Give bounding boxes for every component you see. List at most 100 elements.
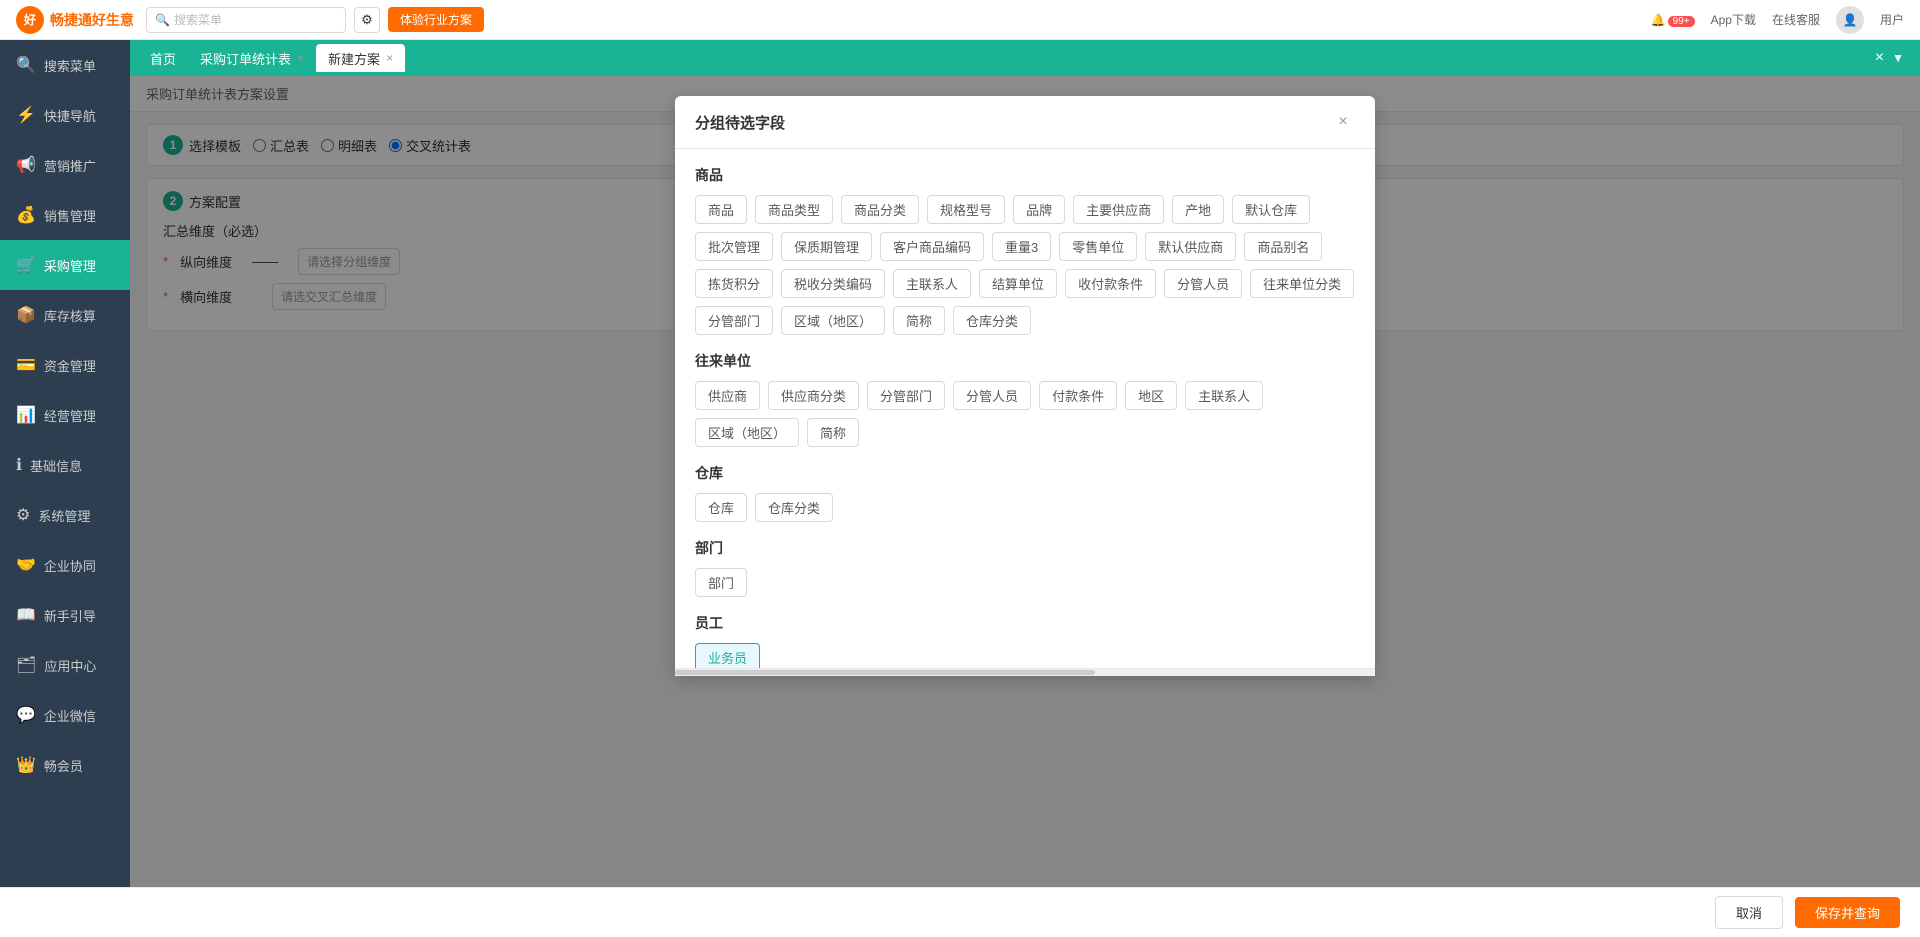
sidebar-item-quicknav[interactable]: ⚡ 快捷导航 [0, 90, 130, 140]
sidebar-item-finance[interactable]: 💳 资金管理 [0, 340, 130, 390]
sidebar-item-info[interactable]: ℹ 基础信息 [0, 440, 130, 490]
appcenter-icon: 🗂 [16, 655, 36, 675]
field-tag[interactable]: 分管人员 [1164, 269, 1242, 298]
sidebar-item-operation[interactable]: 📊 经营管理 [0, 390, 130, 440]
sidebar-item-purchase[interactable]: 🛒 采购管理 [0, 240, 130, 290]
logo-text: 畅捷通好生意 [50, 10, 134, 30]
save-query-button[interactable]: 保存并查询 [1795, 897, 1900, 928]
cancel-button[interactable]: 取消 [1715, 896, 1783, 929]
field-tag[interactable]: 主联系人 [1185, 381, 1263, 410]
tab-purchase-stats-close[interactable]: × [297, 51, 304, 65]
sidebar-label-quicknav: 快捷导航 [44, 106, 96, 125]
online-service-link[interactable]: 在线客服 [1772, 11, 1820, 28]
field-tag[interactable]: 简称 [893, 306, 945, 335]
modal-horizontal-scrollbar[interactable] [675, 668, 1375, 676]
sidebar-item-search[interactable]: 🔍 搜索菜单 [0, 40, 130, 90]
field-tag[interactable]: 默认仓库 [1232, 195, 1310, 224]
sidebar-item-guide[interactable]: 📖 新手引导 [0, 590, 130, 640]
field-tag[interactable]: 简称 [807, 418, 859, 447]
field-tag[interactable]: 品牌 [1013, 195, 1065, 224]
tab-new-plan-close[interactable]: × [386, 51, 393, 65]
field-tag[interactable]: 供应商 [695, 381, 760, 410]
field-tag[interactable]: 收付款条件 [1065, 269, 1156, 298]
tab-purchase-stats[interactable]: 采购订单统计表 × [188, 44, 316, 72]
field-tag[interactable]: 重量3 [992, 232, 1051, 261]
sidebar-label-purchase: 采购管理 [44, 256, 96, 275]
section-warehouse: 仓库 仓库 仓库分类 [695, 463, 1355, 522]
sidebar-item-collab[interactable]: 🤝 企业协同 [0, 540, 130, 590]
gear-icon: ⚙ [361, 12, 373, 28]
field-tag[interactable]: 默认供应商 [1145, 232, 1236, 261]
notification-area[interactable]: 🔔99+ [1651, 13, 1695, 27]
main-content: 采购订单统计表方案设置 1 选择模板 汇总表 明细表 交叉统计表 [130, 76, 1920, 937]
section-partner: 往来单位 供应商 供应商分类 分管部门 分管人员 付款条件 地区 主联系人 区域… [695, 351, 1355, 447]
avatar[interactable]: 👤 [1836, 6, 1864, 34]
field-tag[interactable]: 往来单位分类 [1250, 269, 1354, 298]
field-tag[interactable]: 区域（地区） [695, 418, 799, 447]
field-tag[interactable]: 分管部门 [695, 306, 773, 335]
sidebar-item-system[interactable]: ⚙ 系统管理 [0, 490, 130, 540]
field-tag[interactable]: 分管部门 [867, 381, 945, 410]
field-tag[interactable]: 结算单位 [979, 269, 1057, 298]
experience-button[interactable]: 体验行业方案 [388, 7, 484, 32]
field-tag[interactable]: 付款条件 [1039, 381, 1117, 410]
section-partner-title: 往来单位 [695, 351, 1355, 371]
sidebar-label-member: 畅会员 [44, 756, 83, 775]
field-tag[interactable]: 仓库分类 [953, 306, 1031, 335]
field-tag[interactable]: 批次管理 [695, 232, 773, 261]
top-right-area: 🔔99+ App下载 在线客服 👤 用户 [1651, 6, 1904, 34]
inventory-icon: 📦 [16, 305, 36, 325]
field-tag[interactable]: 税收分类编码 [781, 269, 885, 298]
sidebar-item-appcenter[interactable]: 🗂 应用中心 [0, 640, 130, 690]
search-icon: 🔍 [16, 55, 36, 75]
field-tag[interactable]: 仓库 [695, 493, 747, 522]
field-tag[interactable]: 商品分类 [841, 195, 919, 224]
tab-home-label: 首页 [150, 49, 176, 68]
tab-new-plan-label: 新建方案 [328, 49, 380, 68]
field-tag[interactable]: 部门 [695, 568, 747, 597]
sidebar-item-inventory[interactable]: 📦 库存核算 [0, 290, 130, 340]
settings-button[interactable]: ⚙ [354, 7, 380, 33]
field-tag[interactable]: 区域（地区） [781, 306, 885, 335]
field-tag[interactable]: 主要供应商 [1073, 195, 1164, 224]
app-download-link[interactable]: App下载 [1711, 11, 1756, 28]
field-tag[interactable]: 产地 [1172, 195, 1224, 224]
field-tag[interactable]: 供应商分类 [768, 381, 859, 410]
sidebar-item-wechat[interactable]: 💬 企业微信 [0, 690, 130, 740]
field-tag[interactable]: 仓库分类 [755, 493, 833, 522]
field-tag[interactable]: 规格型号 [927, 195, 1005, 224]
field-tag[interactable]: 保质期管理 [781, 232, 872, 261]
field-tag[interactable]: 主联系人 [893, 269, 971, 298]
tab-new-plan[interactable]: 新建方案 × [316, 44, 405, 72]
sidebar-label-collab: 企业协同 [44, 556, 96, 575]
tabs-menu[interactable]: ▼ [1892, 51, 1904, 65]
modal-close-button[interactable]: × [1331, 110, 1355, 134]
field-tag[interactable]: 分管人员 [953, 381, 1031, 410]
field-tag[interactable]: 商品类型 [755, 195, 833, 224]
operation-icon: 📊 [16, 405, 36, 425]
info-icon: ℹ [16, 455, 22, 475]
user-name: 用户 [1880, 11, 1904, 28]
sidebar-label-operation: 经营管理 [44, 406, 96, 425]
tab-purchase-stats-label: 采购订单统计表 [200, 49, 291, 68]
sidebar-label-system: 系统管理 [38, 506, 90, 525]
sidebar-item-marketing[interactable]: 📢 营销推广 [0, 140, 130, 190]
search-bar[interactable]: 🔍 搜索菜单 [146, 7, 346, 33]
field-tag[interactable]: 零售单位 [1059, 232, 1137, 261]
field-tag[interactable]: 地区 [1125, 381, 1177, 410]
dept-fields: 部门 [695, 568, 1355, 597]
field-tag-salesperson[interactable]: 业务员 [695, 643, 760, 668]
sidebar-item-member[interactable]: 👑 畅会员 [0, 740, 130, 790]
tabs-close-all[interactable]: × [1875, 49, 1884, 67]
field-tag[interactable]: 商品别名 [1244, 232, 1322, 261]
sidebar-item-sales[interactable]: 💰 销售管理 [0, 190, 130, 240]
sidebar-label-guide: 新手引导 [44, 606, 96, 625]
scrollbar-thumb[interactable] [675, 670, 1095, 675]
warehouse-fields: 仓库 仓库分类 [695, 493, 1355, 522]
nav-tabs: 首页 采购订单统计表 × 新建方案 × × ▼ [130, 40, 1920, 76]
field-tag[interactable]: 客户商品编码 [880, 232, 984, 261]
sidebar-label-appcenter: 应用中心 [44, 656, 96, 675]
field-tag[interactable]: 商品 [695, 195, 747, 224]
field-tag[interactable]: 拣货积分 [695, 269, 773, 298]
tab-home[interactable]: 首页 [138, 44, 188, 72]
